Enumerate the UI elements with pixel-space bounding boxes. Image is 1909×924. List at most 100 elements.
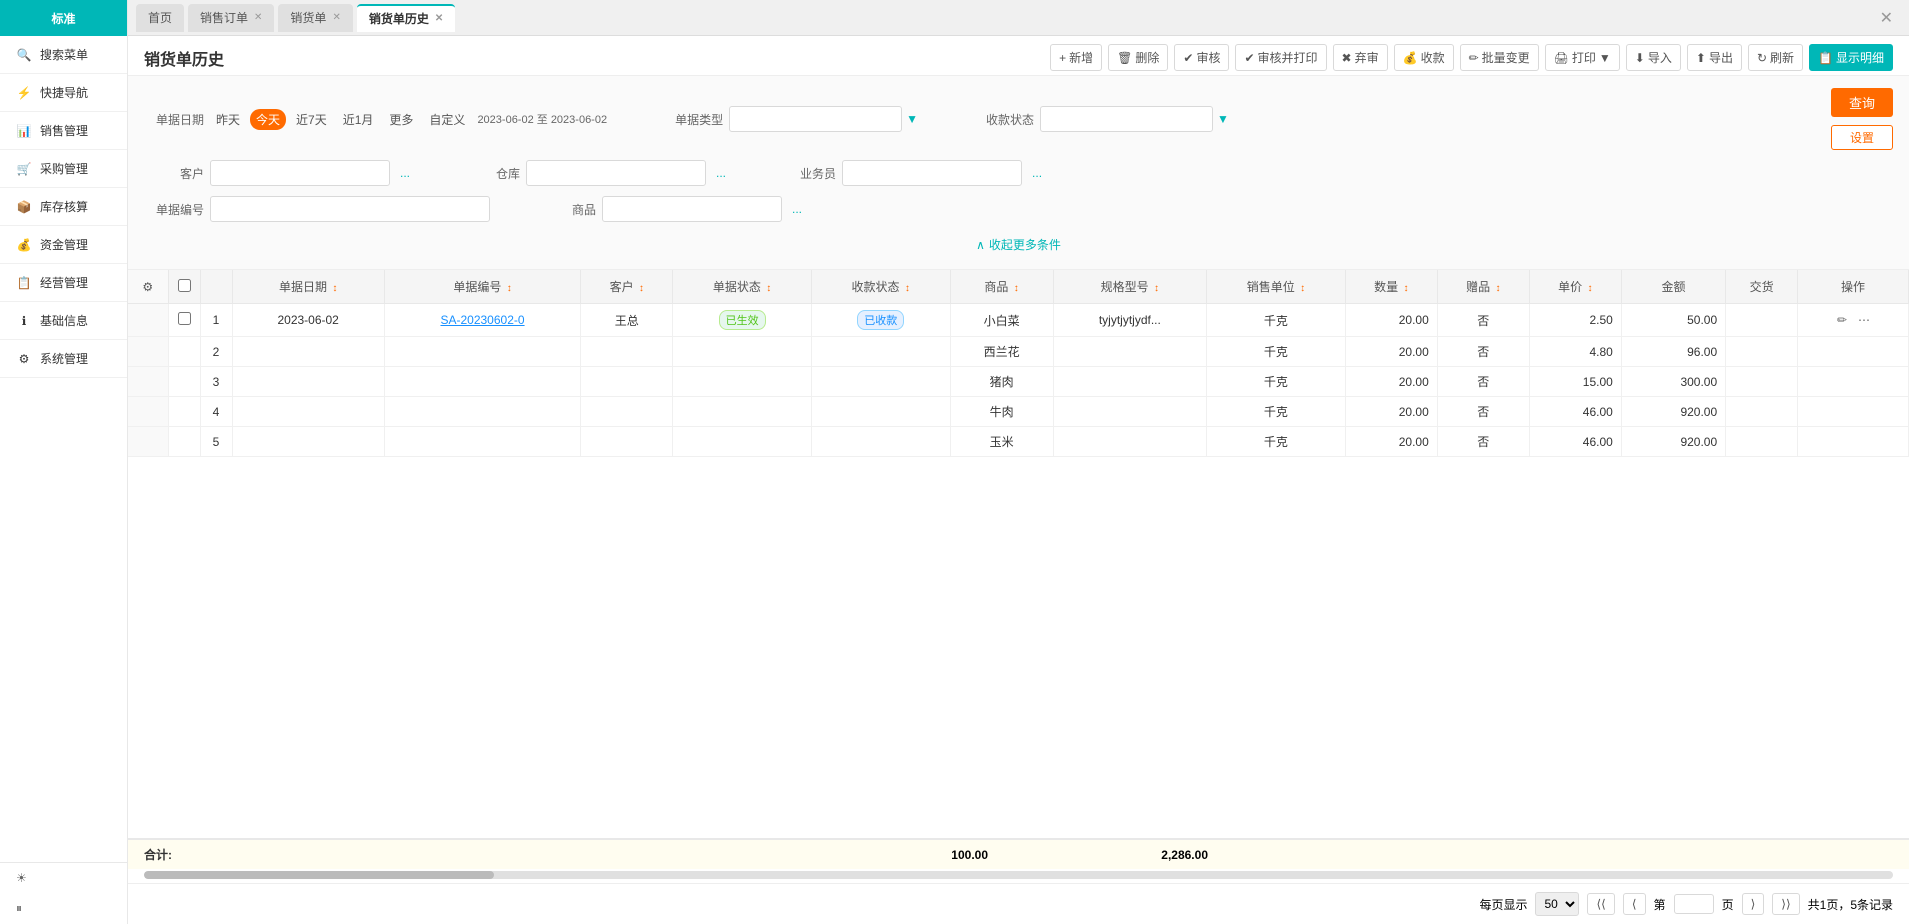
page-first[interactable]: ⟨⟨ <box>1587 893 1614 915</box>
col-gift[interactable]: 赠品 ↕ <box>1437 270 1529 304</box>
page-last[interactable]: ⟩⟩ <box>1772 893 1799 915</box>
col-qty-sort[interactable]: ↕ <box>1403 283 1408 294</box>
col-date-sort[interactable]: ↕ <box>332 283 337 294</box>
sidebar-item-management[interactable]: 📋 经营管理 <box>0 264 127 302</box>
sidebar-item-base[interactable]: ℹ 基础信息 <box>0 302 127 340</box>
pay-status-select[interactable] <box>1040 106 1213 132</box>
warehouse-input[interactable] <box>526 160 706 186</box>
sidebar-item-quicknav[interactable]: ⚡ 快捷导航 <box>0 74 127 112</box>
per-page-select[interactable]: 50 <box>1535 892 1579 916</box>
col-date[interactable]: 单据日期 ↕ <box>232 270 384 304</box>
col-paystatus-sort[interactable]: ↕ <box>905 283 910 294</box>
date-btn-yesterday[interactable]: 昨天 <box>210 109 246 130</box>
btn-approve-print[interactable]: ✔ 审核并打印 <box>1235 44 1326 71</box>
btn-print[interactable]: 🖨 打印 ▼ <box>1545 44 1620 71</box>
set-button[interactable]: 设置 <box>1831 125 1893 150</box>
btn-approve[interactable]: ✔ 审核 <box>1174 44 1229 71</box>
btn-delete-label: 删除 <box>1135 49 1159 66</box>
col-goods[interactable]: 商品 ↕ <box>950 270 1053 304</box>
sidebar-item-search[interactable]: 🔍 搜索菜单 <box>0 36 127 74</box>
doc-type-label: 单据类型 <box>663 111 723 128</box>
staff-ellipsis[interactable]: ... <box>1028 166 1046 180</box>
docno-input[interactable] <box>210 196 490 222</box>
search-icon: 🔍 <box>16 47 32 63</box>
col-qty[interactable]: 数量 ↕ <box>1345 270 1437 304</box>
sidebar-item-inventory[interactable]: 📦 库存核算 <box>0 188 127 226</box>
tab-sales-order[interactable]: 销售订单 ✕ <box>188 4 274 32</box>
col-docstatus[interactable]: 单据状态 ↕ <box>673 270 812 304</box>
goods-ellipsis[interactable]: ... <box>788 202 806 216</box>
query-button[interactable]: 查询 <box>1831 88 1893 117</box>
tab-bar-close[interactable]: ✕ <box>1872 8 1901 28</box>
btn-unapprove[interactable]: ✖ 弃审 <box>1333 44 1388 71</box>
col-docstatus-sort[interactable]: ↕ <box>766 283 771 294</box>
col-gift-sort[interactable]: ↕ <box>1495 283 1500 294</box>
col-spec-sort[interactable]: ↕ <box>1154 283 1159 294</box>
select-all-checkbox[interactable] <box>178 279 191 292</box>
page-number-input[interactable]: 1 <box>1674 894 1714 914</box>
tab-home[interactable]: 首页 <box>136 4 184 32</box>
btn-payment[interactable]: 💰 收款 <box>1394 44 1454 71</box>
col-docstatus-label: 单据状态 <box>713 280 761 294</box>
btn-delete[interactable]: 🗑 删除 <box>1108 44 1168 71</box>
pay-status-dropdown-icon[interactable]: ▼ <box>1217 112 1229 126</box>
date-btn-custom[interactable]: 自定义 <box>423 109 471 130</box>
row-checkbox[interactable] <box>178 312 191 325</box>
sidebar-footer-sun[interactable]: ☀ <box>0 863 127 893</box>
edit-icon[interactable]: ✏ <box>1833 311 1851 329</box>
col-gear[interactable]: ⚙ <box>128 270 168 304</box>
more-icon[interactable]: ⋯ <box>1855 311 1873 329</box>
tab-sales-history-close[interactable]: ✕ <box>435 13 443 24</box>
col-price-sort[interactable]: ↕ <box>1587 283 1592 294</box>
col-spec[interactable]: 规格型号 ↕ <box>1053 270 1207 304</box>
col-customer-sort[interactable]: ↕ <box>639 283 644 294</box>
date-btn-1month[interactable]: 近1月 <box>337 109 380 130</box>
date-btn-more[interactable]: 更多 <box>383 109 419 130</box>
btn-new[interactable]: + 新增 <box>1050 44 1102 71</box>
doc-type-dropdown-icon[interactable]: ▼ <box>906 112 918 126</box>
tab-sales-order-close[interactable]: ✕ <box>254 12 262 23</box>
page-next[interactable]: ⟩ <box>1742 893 1765 915</box>
sidebar-item-finance[interactable]: 💰 资金管理 <box>0 226 127 264</box>
sidebar-item-system[interactable]: ⚙ 系统管理 <box>0 340 127 378</box>
sidebar-item-sales[interactable]: 📊 销售管理 <box>0 112 127 150</box>
warehouse-ellipsis[interactable]: ... <box>712 166 730 180</box>
date-btn-7days[interactable]: 近7天 <box>290 109 333 130</box>
col-unit[interactable]: 销售单位 ↕ <box>1207 270 1346 304</box>
col-unit-sort[interactable]: ↕ <box>1300 283 1305 294</box>
staff-input[interactable] <box>842 160 1022 186</box>
h-scrollbar-thumb[interactable] <box>144 871 494 879</box>
col-docno[interactable]: 单据编号 ↕ <box>384 270 580 304</box>
collapse-button[interactable]: ∧ 收起更多条件 <box>144 232 1893 257</box>
doc-status-badge: 已生效 <box>719 310 766 330</box>
money-icon: 💰 <box>16 237 32 253</box>
tab-sales-delivery[interactable]: 销货单 ✕ <box>278 4 352 32</box>
row-spec <box>1053 427 1207 457</box>
col-customer[interactable]: 客户 ↕ <box>581 270 673 304</box>
btn-batch-change[interactable]: ✏ 批量变更 <box>1460 44 1539 71</box>
btn-show-detail[interactable]: 📋 显示明细 <box>1809 44 1893 71</box>
doc-type-select[interactable] <box>729 106 902 132</box>
row-date <box>232 427 384 457</box>
col-price[interactable]: 单价 ↕ <box>1529 270 1621 304</box>
col-paystatus[interactable]: 收款状态 ↕ <box>811 270 950 304</box>
sidebar-footer-pause[interactable]: ⏸ <box>0 893 127 924</box>
goods-input[interactable] <box>602 196 782 222</box>
btn-export[interactable]: ⬆ 导出 <box>1687 44 1742 71</box>
col-docno-sort[interactable]: ↕ <box>507 283 512 294</box>
tab-sales-history[interactable]: 销货单历史 ✕ <box>357 4 455 32</box>
customer-ellipsis[interactable]: ... <box>396 166 414 180</box>
page-prev[interactable]: ⟨ <box>1623 893 1646 915</box>
doc-no-link[interactable]: SA-20230602-0 <box>440 313 524 327</box>
row-unit: 千克 <box>1207 427 1346 457</box>
btn-import[interactable]: ⬇ 导入 <box>1626 44 1681 71</box>
col-goods-sort[interactable]: ↕ <box>1014 283 1019 294</box>
row-date <box>232 397 384 427</box>
h-scrollbar-track[interactable] <box>144 871 1893 879</box>
btn-refresh[interactable]: ↻ 刷新 <box>1748 44 1803 71</box>
date-btn-today[interactable]: 今天 <box>250 109 286 130</box>
table-header-row: ⚙ 单据日期 ↕ 单据编号 ↕ 客户 ↕ <box>128 270 1909 304</box>
tab-sales-delivery-close[interactable]: ✕ <box>332 12 340 23</box>
customer-input[interactable] <box>210 160 390 186</box>
sidebar-item-purchase[interactable]: 🛒 采购管理 <box>0 150 127 188</box>
